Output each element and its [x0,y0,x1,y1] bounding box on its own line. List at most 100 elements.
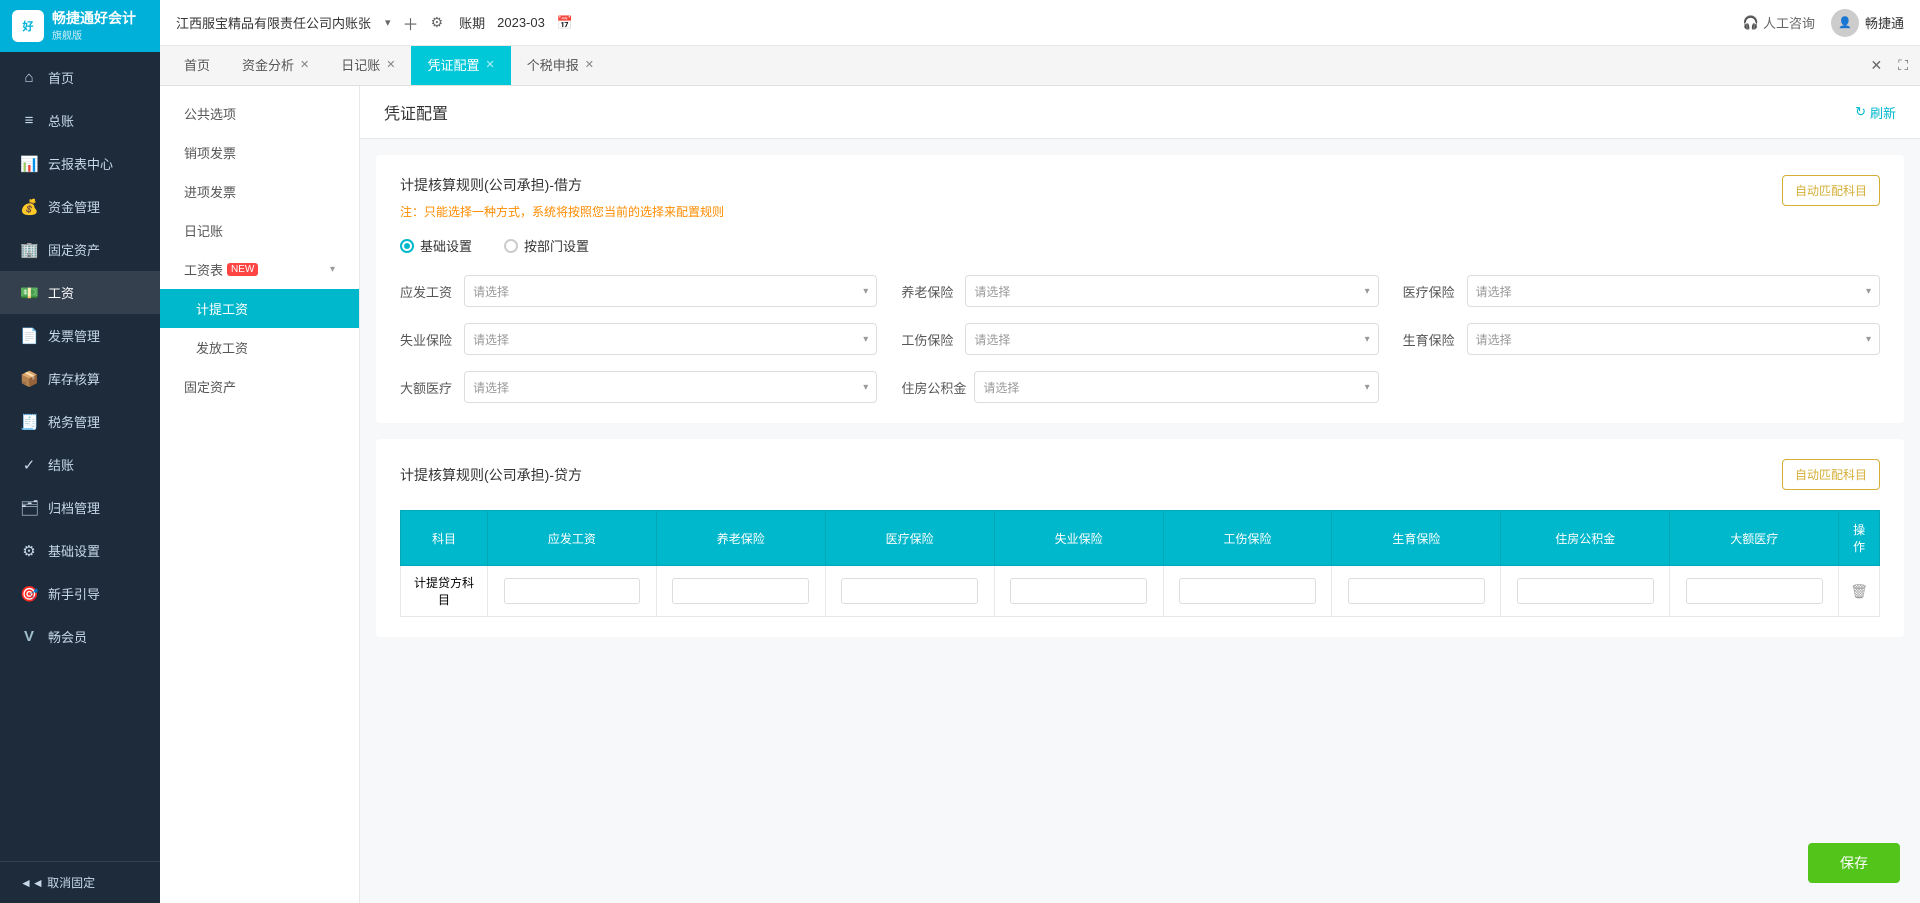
input-medical[interactable] [841,578,978,604]
sidebar-item-home[interactable]: ⌂ 首页 [0,56,160,99]
content-header: 凭证配置 ↻ 刷新 [360,86,1920,139]
input-maternity[interactable] [1348,578,1485,604]
refresh-icon: ↻ [1855,104,1866,120]
headset-icon: 🎧 [1743,15,1759,31]
cell-large-medical[interactable] [1670,566,1839,617]
maternity-label: 生育保险 [1403,330,1459,349]
save-button[interactable]: 保存 [1808,843,1900,883]
expand-tabs-button[interactable]: ⛶ [1894,53,1912,78]
archive-icon: 🗂 [20,499,38,517]
input-housing-fund[interactable] [1517,578,1654,604]
delete-row-button[interactable]: 🗑 [1850,583,1868,599]
unemployment-arrow: ▾ [863,334,868,345]
cloud-report-icon: 📊 [20,155,38,173]
left-panel-public[interactable]: 公共选项 [160,94,359,133]
calendar-icon[interactable]: 📅 [557,15,573,31]
cell-gross-salary[interactable] [487,566,656,617]
sidebar-item-fixed-asset[interactable]: 🏢 固定资产 [0,228,160,271]
logo-text: 畅捷通好会计 [52,10,136,27]
credit-section: 计提核算规则(公司承担)-贷方 自动匹配科目 科目 应发工资 养老保险 医疗保险… [376,439,1904,637]
refresh-button[interactable]: ↻ 刷新 [1855,103,1896,122]
tabbar-actions: ✕ ⛶ [1866,46,1912,85]
housing-fund-select[interactable]: 请选择 ▾ [974,371,1378,403]
sidebar-item-guide[interactable]: 🎯 新手引导 [0,572,160,615]
form-item-work-injury: 工伤保险 请选择 ▾ [901,323,1378,355]
tab-home[interactable]: 首页 [168,46,226,85]
tab-close-tax-report[interactable]: ✕ [585,58,594,71]
company-name: 江西服宝精品有限责任公司内账张 [176,13,371,32]
cell-unemployment[interactable] [994,566,1163,617]
credit-auto-match-button[interactable]: 自动匹配科目 [1782,459,1880,490]
sidebar-item-ledger[interactable]: ≡ 总账 [0,99,160,142]
cancel-fixed-button[interactable]: ◄◄ 取消固定 [0,861,160,903]
user-menu[interactable]: 👤 畅捷通 [1831,9,1904,37]
cell-pension[interactable] [656,566,825,617]
cell-medical[interactable] [825,566,994,617]
left-panel-payroll[interactable]: 工资表 NEW ▾ [160,250,359,289]
tab-close-fund-analysis[interactable]: ✕ [300,58,309,71]
sidebar-item-fund[interactable]: 💰 资金管理 [0,185,160,228]
medical-label: 医疗保险 [1403,282,1459,301]
left-panel-diary[interactable]: 日记账 [160,211,359,250]
input-unemployment[interactable] [1010,578,1147,604]
content-area: 公共选项 销项发票 进项发票 日记账 工资表 NEW ▾ 计提工资 发放工资 [160,86,1920,903]
company-dropdown-icon[interactable]: ▾ [385,16,391,29]
tab-diary[interactable]: 日记账 ✕ [325,46,411,85]
close-all-tabs-button[interactable]: ✕ [1866,53,1886,78]
cell-maternity[interactable] [1332,566,1501,617]
form-item-unemployment: 失业保险 请选择 ▾ [400,323,877,355]
left-panel-pay-salary[interactable]: 发放工资 [160,328,359,367]
left-panel-fixed-asset[interactable]: 固定资产 [160,367,359,406]
content-body: 计提核算规则(公司承担)-借方 注：只能选择一种方式，系统将按照您当前的选择来配… [360,139,1920,669]
sidebar-item-salary[interactable]: 💵 工资 [0,271,160,314]
left-panel-purchase-invoice[interactable]: 进项发票 [160,172,359,211]
support-button[interactable]: 🎧 人工咨询 [1743,13,1815,32]
invoice-icon: 📄 [20,327,38,345]
sidebar-item-checkout[interactable]: ✓ 结账 [0,443,160,486]
tab-close-diary[interactable]: ✕ [386,58,395,71]
radio-basic-circle [400,239,414,253]
input-gross-salary[interactable] [504,578,641,604]
ledger-icon: ≡ [20,112,38,129]
tab-voucher-config[interactable]: 凭证配置 ✕ [411,46,510,85]
pension-select[interactable]: 请选择 ▾ [965,275,1378,307]
tab-close-voucher-config[interactable]: ✕ [486,58,495,71]
work-injury-label: 工伤保险 [901,330,957,349]
sidebar-nav: ⌂ 首页 ≡ 总账 📊 云报表中心 💰 资金管理 🏢 固定资产 💵 工资 📄 发… [0,52,160,861]
maternity-select[interactable]: 请选择 ▾ [1467,323,1880,355]
sidebar-item-vip[interactable]: V 畅会员 [0,615,160,658]
debit-auto-match-button[interactable]: 自动匹配科目 [1782,175,1880,206]
sidebar-item-archive[interactable]: 🗂 归档管理 [0,486,160,529]
input-work-injury[interactable] [1179,578,1316,604]
left-panel-accrual[interactable]: 计提工资 [160,289,359,328]
large-medical-select[interactable]: 请选择 ▾ [464,371,877,403]
radio-department[interactable]: 按部门设置 [504,236,589,255]
unemployment-select[interactable]: 请选择 ▾ [464,323,877,355]
cell-work-injury[interactable] [1163,566,1332,617]
sidebar-item-inventory[interactable]: 📦 库存核算 [0,357,160,400]
debit-radio-group: 基础设置 按部门设置 [400,236,1880,255]
main-content: 凭证配置 ↻ 刷新 计提核算规则(公司承担)-借方 注：只能选择一种方式，系统将… [360,86,1920,903]
gross-salary-select[interactable]: 请选择 ▾ [464,275,877,307]
debit-section-notice: 注：只能选择一种方式，系统将按照您当前的选择来配置规则 [400,203,1782,220]
left-panel-sales-invoice[interactable]: 销项发票 [160,133,359,172]
home-icon: ⌂ [20,69,38,86]
input-pension[interactable] [672,578,809,604]
sidebar-item-invoice[interactable]: 📄 发票管理 [0,314,160,357]
input-large-medical[interactable] [1686,578,1823,604]
tab-tax-report[interactable]: 个税申报 ✕ [511,46,610,85]
sidebar-item-cloud-report[interactable]: 📊 云报表中心 [0,142,160,185]
add-company-button[interactable]: ＋ [403,11,419,35]
tab-fund-analysis[interactable]: 资金分析 ✕ [226,46,325,85]
radio-basic[interactable]: 基础设置 [400,236,472,255]
settings-gear-icon[interactable]: ⚙ [431,14,444,31]
work-injury-select[interactable]: 请选择 ▾ [965,323,1378,355]
cell-housing-fund[interactable] [1501,566,1670,617]
vip-icon: V [20,628,38,645]
sidebar-item-settings[interactable]: ⚙ 基础设置 [0,529,160,572]
expand-icon: ▾ [330,264,335,275]
medical-select[interactable]: 请选择 ▾ [1467,275,1880,307]
col-large-medical: 大额医疗 [1670,511,1839,566]
sidebar-item-tax[interactable]: 🧾 税务管理 [0,400,160,443]
housing-fund-label: 住房公积金 [901,378,966,397]
